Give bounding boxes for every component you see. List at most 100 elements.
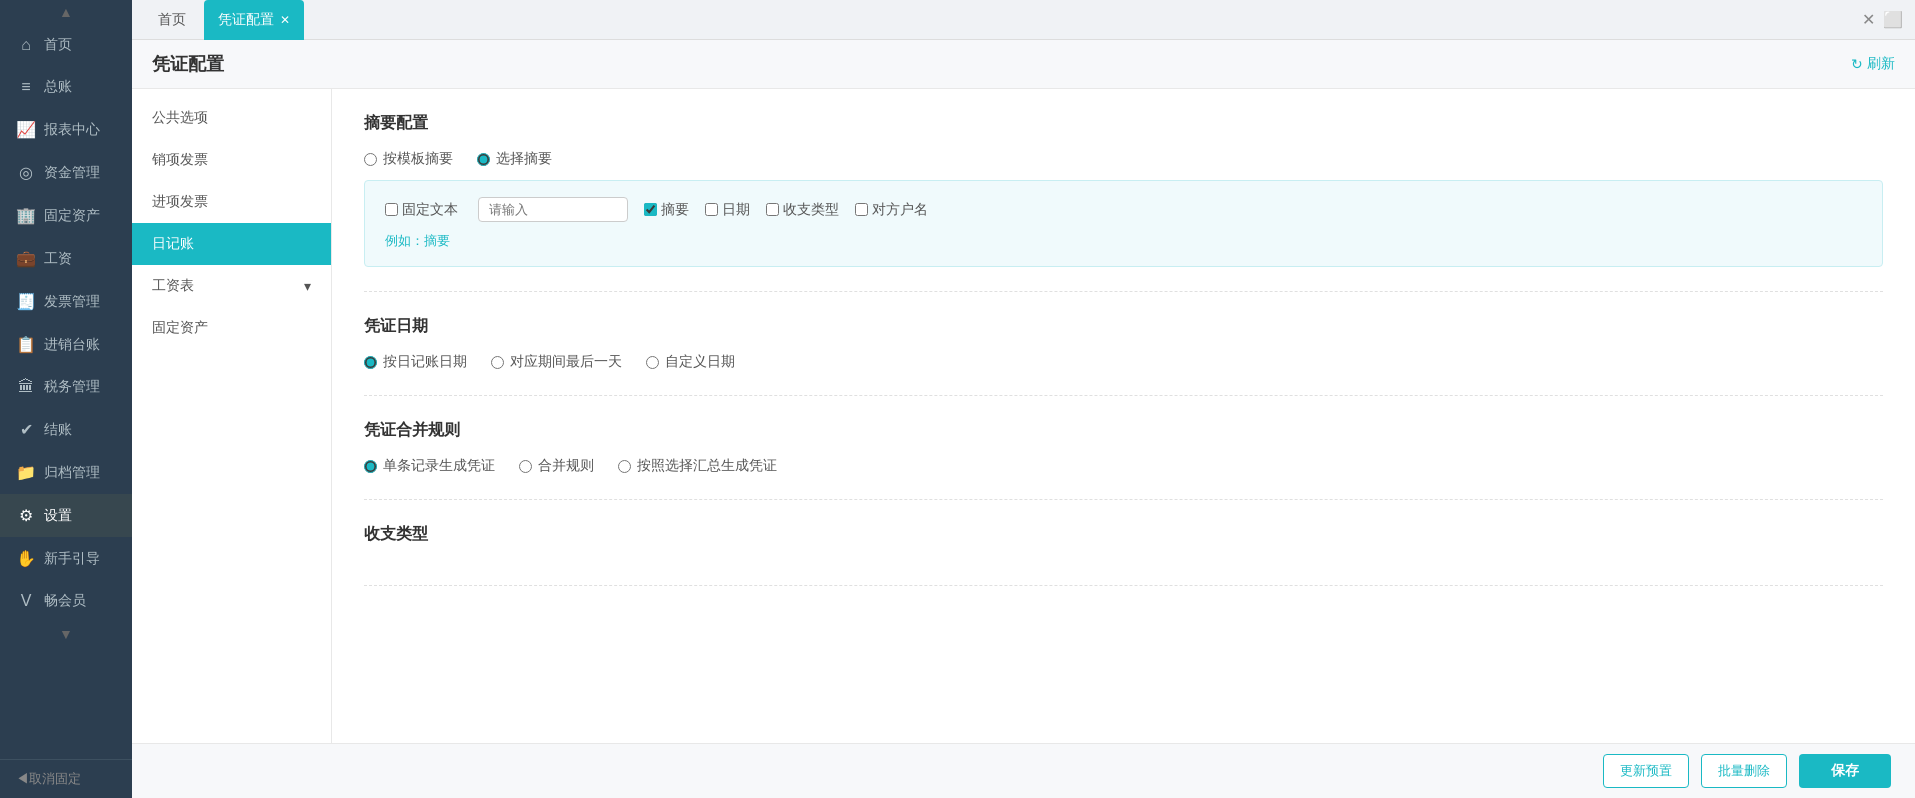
checkbox-counterpart-label: 对方户名 (872, 201, 928, 219)
radio-last-day[interactable]: 对应期间最后一天 (491, 353, 622, 371)
section-voucher-date: 凭证日期 按日记账日期 对应期间最后一天 自定义日期 (364, 316, 1883, 396)
tab-close-icon[interactable]: ✕ (280, 13, 290, 27)
tab-home[interactable]: 首页 (144, 0, 200, 40)
section-merge-title: 凭证合并规则 (364, 420, 1883, 441)
inner-layout: 公共选项 销项发票 进项发票 日记账 工资表 ▾ 固定资产 (132, 89, 1915, 743)
checkbox-income-type-label: 收支类型 (783, 201, 839, 219)
radio-custom-date-label: 自定义日期 (665, 353, 735, 371)
radio-last-day-input[interactable] (491, 356, 504, 369)
window-close-icon[interactable]: ✕ (1862, 10, 1875, 29)
tab-voucher-config[interactable]: 凭证配置 ✕ (204, 0, 304, 40)
sidebar-item-report[interactable]: 📈 报表中心 (0, 108, 132, 151)
radio-merge-input[interactable] (519, 460, 532, 473)
archive-icon: 📁 (16, 463, 36, 482)
sidebar-item-settings[interactable]: ⚙ 设置 (0, 494, 132, 537)
radio-summary-generate-input[interactable] (618, 460, 631, 473)
settings-icon: ⚙ (16, 506, 36, 525)
update-preview-button[interactable]: 更新预置 (1603, 754, 1689, 788)
nav-item-fixed-assets[interactable]: 固定资产 (132, 307, 331, 349)
radio-by-journal-date[interactable]: 按日记账日期 (364, 353, 467, 371)
page-title: 凭证配置 (152, 52, 224, 76)
nav-item-public[interactable]: 公共选项 (132, 97, 331, 139)
sidebar-item-label: 发票管理 (44, 293, 100, 311)
checkbox-abstract-input[interactable] (644, 203, 657, 216)
sidebar-item-guide[interactable]: ✋ 新手引导 (0, 537, 132, 580)
sidebar-item-label: 进销台账 (44, 336, 100, 354)
checkbox-abstract-label: 摘要 (661, 201, 689, 219)
sidebar-item-salary[interactable]: 💼 工资 (0, 237, 132, 280)
section-income-type-title: 收支类型 (364, 524, 1883, 545)
sidebar-item-fixed-assets[interactable]: 🏢 固定资产 (0, 194, 132, 237)
sidebar-scroll-up[interactable]: ▲ (0, 0, 132, 24)
tab-bar: 首页 凭证配置 ✕ ✕ ⬜ (132, 0, 1915, 40)
nav-item-sales-invoice[interactable]: 销项发票 (132, 139, 331, 181)
radio-summary-generate-label: 按照选择汇总生成凭证 (637, 457, 777, 475)
tax-icon: 🏛 (16, 378, 36, 396)
checkbox-counterpart-input[interactable] (855, 203, 868, 216)
sidebar-item-label: 资金管理 (44, 164, 100, 182)
nav-item-payroll[interactable]: 工资表 ▾ (132, 265, 331, 307)
invoice-icon: 🧾 (16, 292, 36, 311)
right-content: 摘要配置 按模板摘要 选择摘要 (332, 89, 1915, 743)
section-income-type: 收支类型 (364, 524, 1883, 586)
home-icon: ⌂ (16, 36, 36, 54)
content-wrapper: 凭证配置 ↻ 刷新 公共选项 销项发票 进项发票 日记账 (132, 40, 1915, 798)
nav-item-purchase-invoice[interactable]: 进项发票 (132, 181, 331, 223)
funds-icon: ◎ (16, 163, 36, 182)
sidebar: ▲ ⌂ 首页 ≡ 总账 📈 报表中心 ◎ 资金管理 🏢 固定资产 💼 工资 🧾 … (0, 0, 132, 798)
checkbox-fixed-text-input[interactable] (385, 203, 398, 216)
sidebar-item-ledger[interactable]: ≡ 总账 (0, 66, 132, 108)
summary-radio-group: 按模板摘要 选择摘要 (364, 150, 1883, 168)
fixed-text-input[interactable] (478, 197, 628, 222)
sidebar-unpin-footer[interactable]: ◀取消固定 (0, 759, 132, 798)
radio-summary-generate[interactable]: 按照选择汇总生成凭证 (618, 457, 777, 475)
radio-merge[interactable]: 合并规则 (519, 457, 594, 475)
sidebar-item-vip[interactable]: V 畅会员 (0, 580, 132, 622)
save-button[interactable]: 保存 (1799, 754, 1891, 788)
checkbox-counterpart[interactable]: 对方户名 (855, 201, 928, 219)
sidebar-item-archive[interactable]: 📁 归档管理 (0, 451, 132, 494)
refresh-button[interactable]: ↻ 刷新 (1851, 55, 1895, 73)
sidebar-item-purchase-sales[interactable]: 📋 进销台账 (0, 323, 132, 366)
tab-voucher-config-label: 凭证配置 (218, 11, 274, 29)
checkbox-abstract[interactable]: 摘要 (644, 201, 689, 219)
sidebar-item-tax[interactable]: 🏛 税务管理 (0, 366, 132, 408)
vip-icon: V (16, 592, 36, 610)
radio-by-journal-date-input[interactable] (364, 356, 377, 369)
nav-item-label: 进项发票 (152, 193, 208, 211)
radio-template-input[interactable] (364, 153, 377, 166)
checkbox-income-type-input[interactable] (766, 203, 779, 216)
report-icon: 📈 (16, 120, 36, 139)
sidebar-item-checkout[interactable]: ✔ 结账 (0, 408, 132, 451)
sidebar-item-invoice[interactable]: 🧾 发票管理 (0, 280, 132, 323)
checkbox-income-type[interactable]: 收支类型 (766, 201, 839, 219)
section-voucher-date-title: 凭证日期 (364, 316, 1883, 337)
section-summary-title: 摘要配置 (364, 113, 1883, 134)
nav-item-label: 工资表 (152, 277, 194, 295)
radio-single-record-input[interactable] (364, 460, 377, 473)
nav-item-label: 固定资产 (152, 319, 208, 337)
radio-single-record[interactable]: 单条记录生成凭证 (364, 457, 495, 475)
radio-select-summary[interactable]: 选择摘要 (477, 150, 552, 168)
refresh-label: 刷新 (1867, 55, 1895, 73)
radio-custom-date-input[interactable] (646, 356, 659, 369)
checkbox-fixed-text[interactable]: 固定文本 (385, 201, 458, 219)
window-maximize-icon[interactable]: ⬜ (1883, 10, 1903, 29)
nav-item-journal[interactable]: 日记账 (132, 223, 331, 265)
window-controls: ✕ ⬜ (1862, 10, 1903, 29)
checkbox-date-input[interactable] (705, 203, 718, 216)
sidebar-item-funds[interactable]: ◎ 资金管理 (0, 151, 132, 194)
sidebar-scroll-down[interactable]: ▼ (0, 622, 132, 646)
batch-delete-button[interactable]: 批量删除 (1701, 754, 1787, 788)
chevron-down-icon: ▾ (304, 278, 311, 294)
sidebar-item-label: 税务管理 (44, 378, 100, 396)
sidebar-item-home[interactable]: ⌂ 首页 (0, 24, 132, 66)
voucher-date-radio-group: 按日记账日期 对应期间最后一天 自定义日期 (364, 353, 1883, 371)
radio-select-input[interactable] (477, 153, 490, 166)
radio-template-summary[interactable]: 按模板摘要 (364, 150, 453, 168)
checkbox-date[interactable]: 日期 (705, 201, 750, 219)
radio-custom-date[interactable]: 自定义日期 (646, 353, 735, 371)
sidebar-item-label: 工资 (44, 250, 72, 268)
nav-item-label: 日记账 (152, 235, 194, 253)
radio-template-label: 按模板摘要 (383, 150, 453, 168)
